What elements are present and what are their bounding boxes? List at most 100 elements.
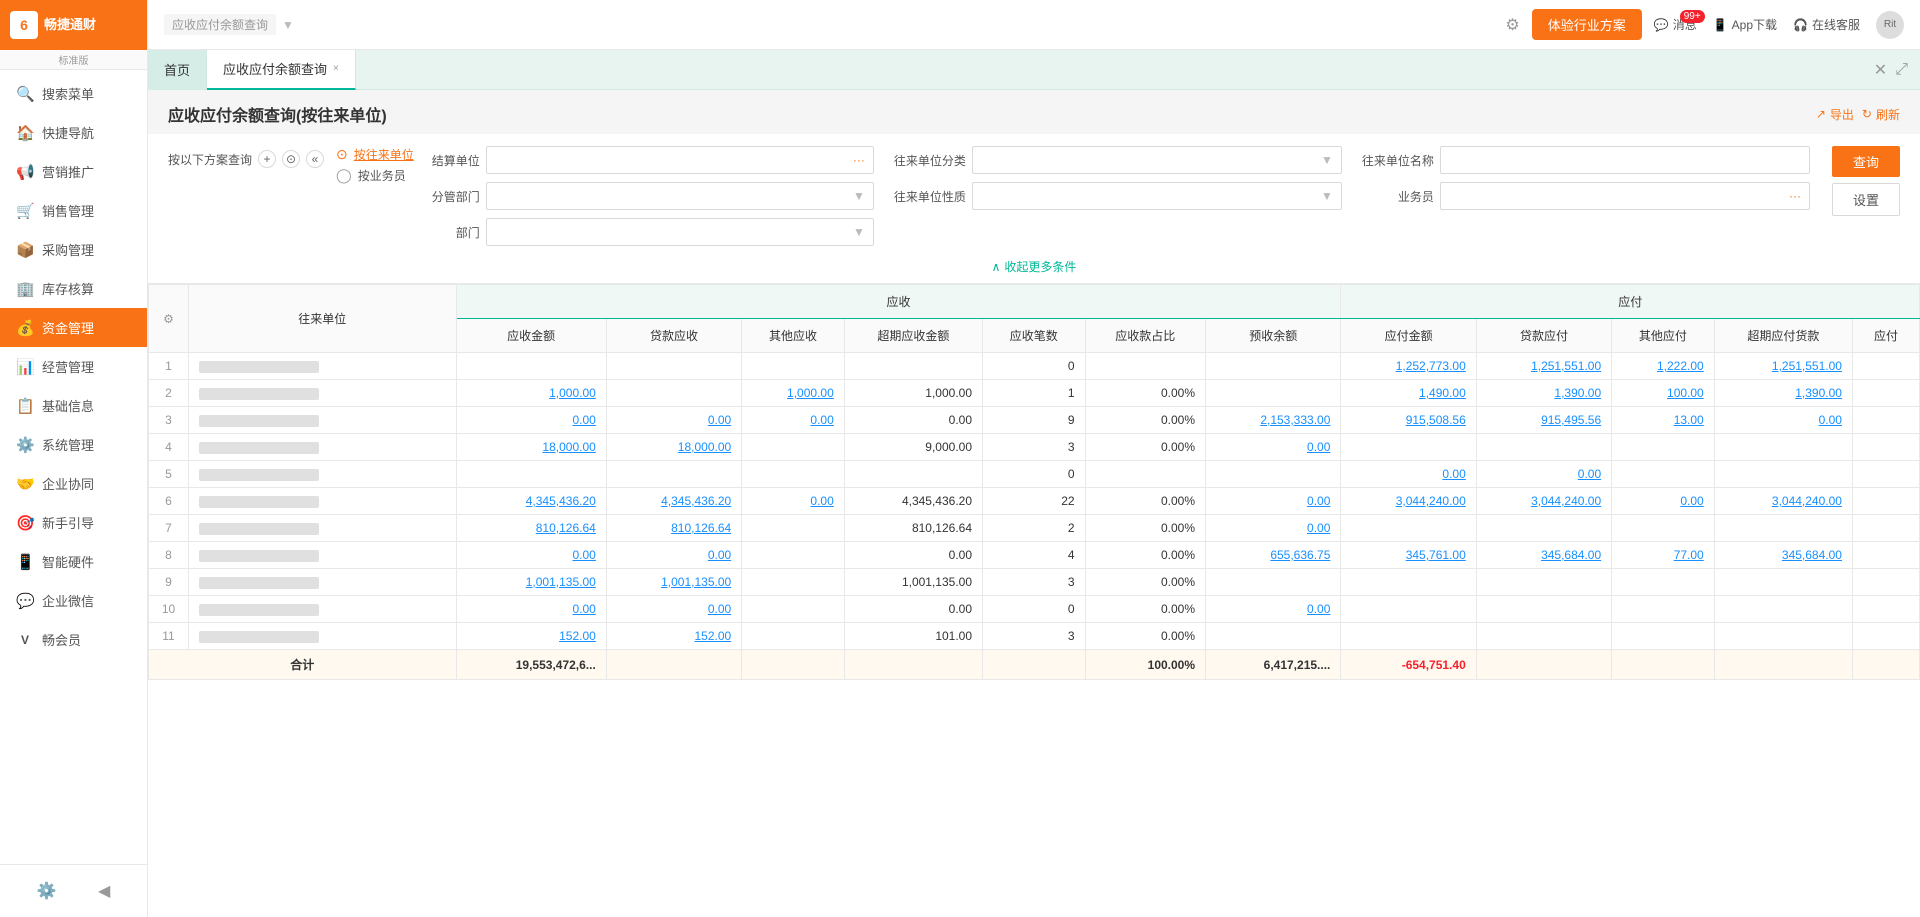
total-ar-amount: 19,553,472,6... [456,650,606,680]
tab-expand-icon[interactable]: ⤢ [1895,61,1908,79]
table-row: 418,000.0018,000.009,000.0030.00%0.00 [149,434,1920,461]
search-icon: 🔍 [16,85,34,103]
field-input-division[interactable]: ▼ [486,218,874,246]
filter-add-icon[interactable]: + [258,150,276,168]
inventory-icon: 🏢 [16,280,34,298]
sidebar-item-search[interactable]: 🔍 搜索菜单 [0,74,147,113]
service-item[interactable]: 🎧 在线客服 [1793,16,1860,33]
page-header: 应收应付余额查询(按往来单位) ↗ 导出 ↻ 刷新 [148,90,1920,134]
set-button[interactable]: 设置 [1832,183,1900,216]
sidebar-label-finance: 资金管理 [42,318,94,337]
th-ar-ratio: 应收款占比 [1085,319,1205,353]
export-button[interactable]: ↗ 导出 [1816,106,1854,123]
partner-cell [189,515,457,542]
sidebar-item-operations[interactable]: 📊 经营管理 [0,347,147,386]
table-row: 80.000.000.0040.00%655,636.75345,761.003… [149,542,1920,569]
topbar-settings-icon[interactable]: ⚙ [1505,15,1519,35]
total-label: 合计 [149,650,457,680]
filter-back-icon[interactable]: « [306,150,324,168]
partner-cell [189,623,457,650]
breadcrumb: 应收应付余额查询 ▼ [164,14,1493,35]
sidebar-item-inventory[interactable]: 🏢 库存核算 [0,269,147,308]
field-input-dept[interactable]: ▼ [486,182,874,210]
table-row: 11152.00152.00101.0030.00% [149,623,1920,650]
tab-home-label: 首页 [164,60,190,79]
filter-field-nature: 往来单位性质 ▼ [894,182,1342,210]
field-input-partner-name[interactable] [1440,146,1810,174]
sidebar-item-system[interactable]: ⚙️ 系统管理 [0,425,147,464]
scheme-partner[interactable]: ⊙ 按往来单位 [336,146,414,163]
home-icon: 🏠 [16,124,34,142]
sidebar-item-marketing[interactable]: 📢 营销推广 [0,152,147,191]
sidebar-collapse-icon[interactable]: ◀ [98,881,110,901]
field-input-category[interactable]: ▼ [972,146,1342,174]
tab-close-icon[interactable]: × [333,63,339,74]
total-ap-amount: -654,751.40 [1341,650,1476,680]
service-label: 在线客服 [1812,16,1860,33]
collapse-arrow-icon: ∧ [992,260,1001,274]
sidebar-label-member: 畅会员 [42,630,81,649]
sidebar-label-marketing: 营销推广 [42,162,94,181]
message-badge: 99+ [1680,10,1705,23]
filter-target-icon[interactable]: ⊙ [282,150,300,168]
download-item[interactable]: 📱 App下载 [1713,16,1777,33]
basic-icon: 📋 [16,397,34,415]
salesperson-dots-icon: ··· [1789,189,1801,203]
field-label-nature: 往来单位性质 [894,188,966,205]
field-input-salesperson[interactable]: ··· [1440,182,1810,210]
filter-field-partner-name: 往来单位名称 [1362,146,1810,174]
sidebar-item-purchase[interactable]: 📦 采购管理 [0,230,147,269]
main-area: 应收应付余额查询 ▼ ⚙ 体验行业方案 💬 消息 99+ 📱 App下载 🎧 在… [148,0,1920,917]
field-label-partner-name: 往来单位名称 [1362,152,1434,169]
filter-header: 按以下方案查询 + ⊙ « ⊙ 按往来单位 ◯ 按业务员 [168,146,1900,246]
partner-cell [189,542,457,569]
tab-actions: ✕ ⤢ [1862,60,1920,80]
filter-collapse-btn[interactable]: ∧ 收起更多条件 [168,258,1900,275]
trial-button[interactable]: 体验行业方案 [1532,9,1642,40]
sidebar-item-nav[interactable]: 🏠 快捷导航 [0,113,147,152]
sidebar-item-enterprise[interactable]: 🤝 企业协同 [0,464,147,503]
total-ap-other [1612,650,1715,680]
user-avatar[interactable]: Rit [1876,11,1904,39]
division-arrow-icon: ▼ [853,225,865,239]
field-input-settlement[interactable]: ··· [486,146,874,174]
sidebar-item-sales[interactable]: 🛒 销售管理 [0,191,147,230]
partner-cell [189,569,457,596]
total-ar-overdue [844,650,982,680]
tab-close-window-icon[interactable]: ✕ [1874,60,1887,80]
sidebar-item-guide[interactable]: 🎯 新手引导 [0,503,147,542]
sidebar-label-sales: 销售管理 [42,201,94,220]
field-label-category: 往来单位分类 [894,152,966,169]
sidebar-item-member[interactable]: V 畅会员 [0,620,147,659]
field-label-division: 部门 [426,224,480,241]
partner-cell [189,434,457,461]
field-label-salesperson: 业务员 [1362,188,1434,205]
filter-schemes: ⊙ 按往来单位 ◯ 按业务员 [336,146,414,184]
message-item[interactable]: 💬 消息 99+ [1654,16,1697,33]
tab-receivables[interactable]: 应收应付余额查询 × [207,50,356,90]
enterprise-icon: 🤝 [16,475,34,493]
tab-home[interactable]: 首页 [148,50,207,90]
sidebar-item-finance[interactable]: 💰 资金管理 [0,308,147,347]
sidebar-settings-icon[interactable]: ⚙️ [37,881,57,901]
filter-label: 按以下方案查询 [168,151,252,168]
sidebar-item-basic[interactable]: 📋 基础信息 [0,386,147,425]
wechat-icon: 💬 [16,592,34,610]
filter-field-division: 部门 ▼ [426,218,874,246]
sidebar-item-hardware[interactable]: 📱 智能硬件 [0,542,147,581]
edition-label: 标准版 [0,50,147,70]
th-partner: 往来单位 [189,285,457,353]
sidebar-item-wechat[interactable]: 💬 企业微信 [0,581,147,620]
partner-cell [189,407,457,434]
refresh-button[interactable]: ↻ 刷新 [1862,106,1900,123]
refresh-icon: ↻ [1862,107,1872,121]
total-ar-ratio: 100.00% [1085,650,1205,680]
page-title: 应收应付余额查询(按往来单位) [168,102,387,126]
query-button[interactable]: 查询 [1832,146,1900,177]
scheme-salesperson[interactable]: ◯ 按业务员 [336,167,414,184]
user-text: Rit [1884,19,1896,30]
table-settings-icon[interactable]: ⚙ [163,312,174,326]
total-row: 合计 19,553,472,6... 100.00% 6,417,215....… [149,650,1920,680]
field-input-nature[interactable]: ▼ [972,182,1342,210]
partner-cell [189,461,457,488]
